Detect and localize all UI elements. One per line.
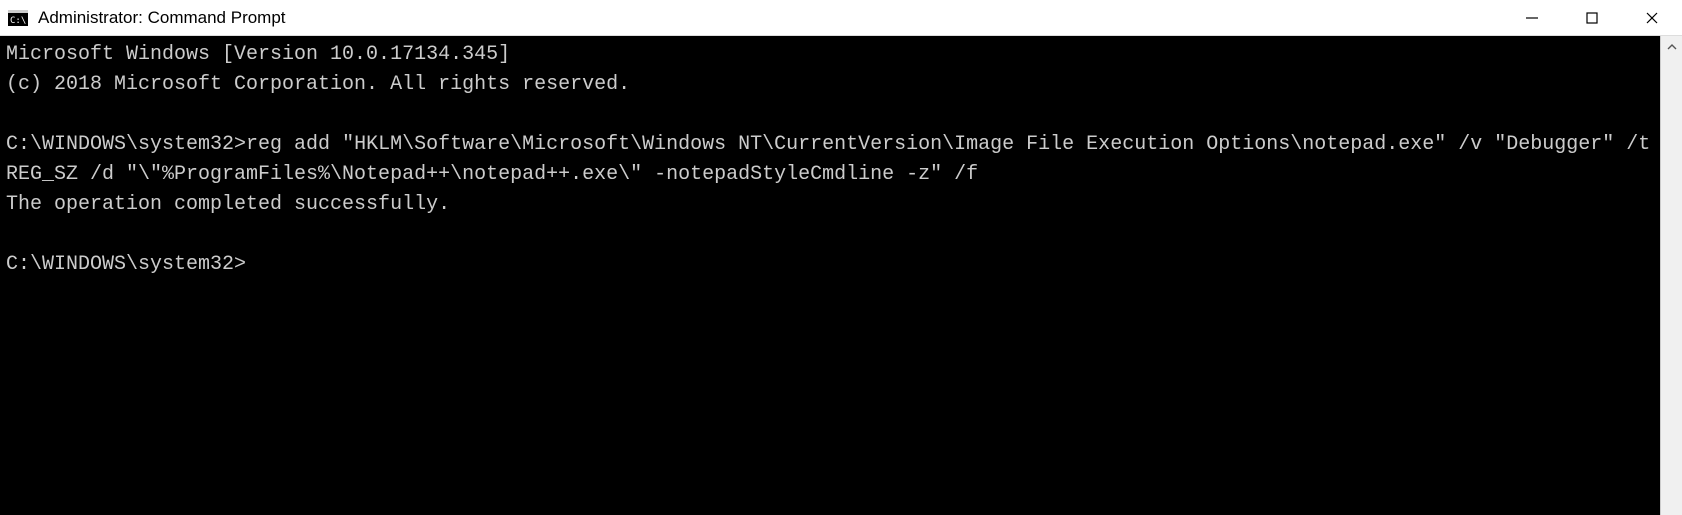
window-controls [1502,0,1682,35]
terminal-command: reg add "HKLM\Software\Microsoft\Windows… [6,133,1660,186]
minimize-button[interactable] [1502,0,1562,35]
cmd-icon: C:\ [8,10,28,26]
terminal-area[interactable]: Microsoft Windows [Version 10.0.17134.34… [0,36,1660,515]
terminal-prompt-line: C:\WINDOWS\system32> [6,250,1654,280]
terminal-blank-line [6,100,1654,130]
maximize-button[interactable] [1562,0,1622,35]
content-wrapper: Microsoft Windows [Version 10.0.17134.34… [0,36,1682,515]
close-button[interactable] [1622,0,1682,35]
terminal-prompt: C:\WINDOWS\system32> [6,253,246,276]
terminal-copyright-line: (c) 2018 Microsoft Corporation. All righ… [6,70,1654,100]
terminal-version-line: Microsoft Windows [Version 10.0.17134.34… [6,40,1654,70]
window-title: Administrator: Command Prompt [38,8,1502,28]
vertical-scrollbar[interactable] [1660,36,1682,515]
svg-text:C:\: C:\ [10,16,26,26]
window-titlebar: C:\ Administrator: Command Prompt [0,0,1682,36]
terminal-blank-line [6,220,1654,250]
terminal-command-line: C:\WINDOWS\system32>reg add "HKLM\Softwa… [6,130,1654,190]
scrollbar-track[interactable] [1661,58,1682,515]
scroll-up-arrow-icon[interactable] [1661,36,1682,58]
terminal-prompt: C:\WINDOWS\system32> [6,133,246,156]
terminal-result-line: The operation completed successfully. [6,190,1654,220]
